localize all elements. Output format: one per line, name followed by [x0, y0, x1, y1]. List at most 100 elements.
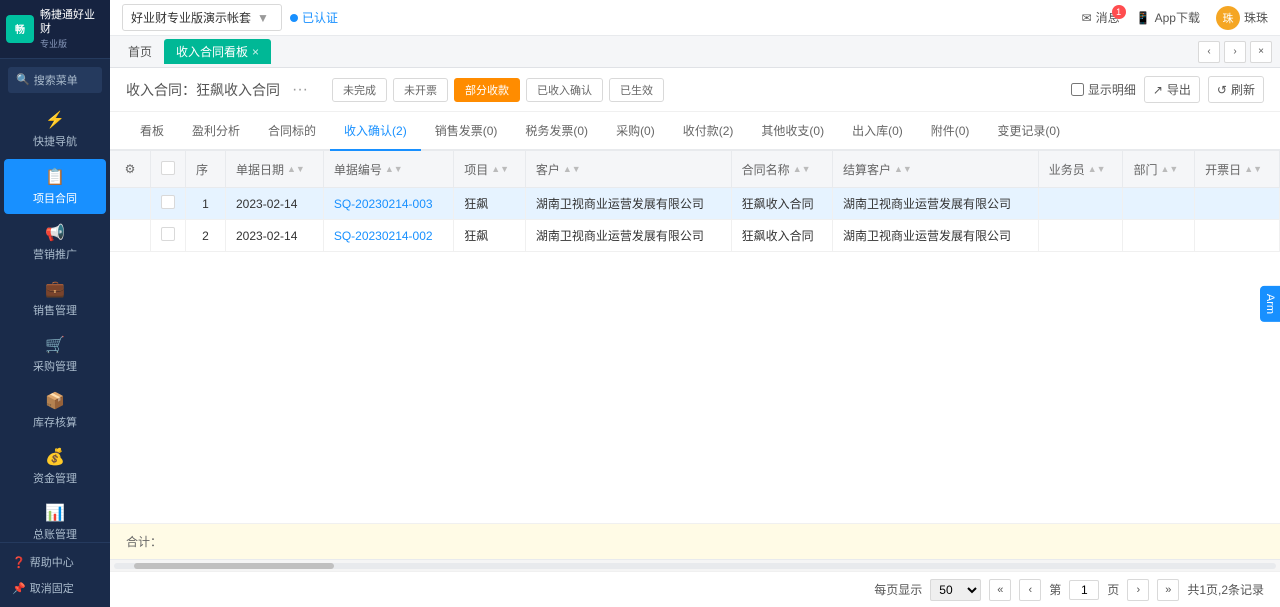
table-row[interactable]: 1 2023-02-14 SQ-20230214-003 狂飙 湖南卫视商业运营… — [110, 188, 1280, 220]
tab-nav-next[interactable]: › — [1224, 41, 1246, 63]
refresh-button[interactable]: ↺ 刷新 — [1208, 76, 1264, 103]
sales-icon: 💼 — [45, 279, 65, 299]
subtab-profit[interactable]: 盈利分析 — [178, 112, 254, 151]
subtab-other-income[interactable]: 其他收支(0) — [747, 112, 838, 151]
user-avatar-button[interactable]: 珠 珠珠 — [1216, 6, 1268, 30]
tabbar-home[interactable]: 首页 — [118, 39, 162, 64]
sidebar-item-project[interactable]: 📋 项目合同 — [4, 159, 106, 214]
status-not-invoiced[interactable]: 未开票 — [393, 78, 448, 102]
sidebar-bottom-help[interactable]: ❓ 帮助中心 — [8, 549, 102, 575]
subtab-sales-invoice[interactable]: 销售发票(0) — [421, 112, 512, 151]
sidebar-logo: 畅 畅捷通好业财 专业版 — [0, 0, 110, 59]
last-page-button[interactable]: » — [1157, 579, 1179, 601]
subtab-change-log[interactable]: 变更记录(0) — [983, 112, 1074, 151]
next-page-button[interactable]: › — [1127, 579, 1149, 601]
subtab-contract-standard[interactable]: 合同标的 — [254, 112, 330, 151]
app-download-icon: 📱 — [1136, 11, 1151, 25]
date-sort-icon[interactable]: ▲▼ — [287, 165, 305, 174]
app-logo-text: 畅捷通好业财 专业版 — [40, 8, 104, 50]
row-checkbox[interactable] — [161, 195, 175, 209]
sidebar-item-sales[interactable]: 💼 销售管理 — [4, 271, 106, 326]
tab-nav-prev[interactable]: ‹ — [1198, 41, 1220, 63]
cert-status: 已认证 — [290, 9, 338, 26]
sidebar-bottom-pin[interactable]: 📌 取消固定 — [8, 575, 102, 601]
cell-contract-name: 狂飙收入合同 — [731, 188, 832, 220]
cell-settings — [110, 220, 151, 252]
sidebar-item-purchase[interactable]: 🛒 采购管理 — [4, 327, 106, 382]
page-label: 页 — [1107, 581, 1119, 598]
message-button[interactable]: ✉ 消息 1 — [1082, 9, 1120, 26]
sidebar-item-general[interactable]: 📊 总账管理 — [4, 495, 106, 542]
subtab-warehouse[interactable]: 出入库(0) — [838, 112, 917, 151]
tab-close-button[interactable]: × — [252, 45, 259, 59]
th-department: 部门▲▼ — [1123, 151, 1195, 188]
status-partial-received[interactable]: 部分收款 — [454, 78, 520, 102]
cell-project: 狂飙 — [454, 220, 526, 252]
subtab-kanban[interactable]: 看板 — [126, 112, 178, 151]
sidebar-item-funds[interactable]: 💰 资金管理 — [4, 439, 106, 494]
select-all-checkbox[interactable] — [161, 161, 175, 175]
salesperson-sort-icon[interactable]: ▲▼ — [1088, 165, 1106, 174]
search-menu-button[interactable]: 🔍 搜索菜单 — [8, 67, 102, 93]
th-open-date: 开票日▲▼ — [1195, 151, 1280, 188]
project-sort-icon[interactable]: ▲▼ — [491, 165, 509, 174]
department-sort-icon[interactable]: ▲▼ — [1161, 165, 1179, 174]
purchase-icon: 🛒 — [45, 335, 65, 355]
cell-contract-name: 狂飙收入合同 — [731, 220, 832, 252]
status-confirmed[interactable]: 已收入确认 — [526, 78, 603, 102]
status-not-complete[interactable]: 未完成 — [332, 78, 387, 102]
app-download-button[interactable]: 📱 App下载 — [1136, 9, 1200, 26]
marketing-icon: 📢 — [45, 223, 65, 243]
export-button[interactable]: ↗ 导出 — [1144, 76, 1200, 103]
subtab-attachment[interactable]: 附件(0) — [917, 112, 984, 151]
contract-name-sort-icon[interactable]: ▲▼ — [793, 165, 811, 174]
first-page-button[interactable]: « — [989, 579, 1011, 601]
total-label: 合计： — [126, 533, 162, 550]
company-selector[interactable]: 好业财专业版演示帐套 ▼ — [122, 4, 282, 31]
right-panel-button[interactable]: Arm — [1260, 285, 1280, 321]
cell-department — [1123, 188, 1195, 220]
status-effective[interactable]: 已生效 — [609, 78, 664, 102]
cell-open-date — [1195, 188, 1280, 220]
main-area: 好业财专业版演示帐套 ▼ 已认证 ✉ 消息 1 📱 App下载 珠 珠珠 首页 — [110, 0, 1280, 607]
sidebar-bottom: ❓ 帮助中心 📌 取消固定 — [0, 542, 110, 607]
page-size-select[interactable]: 50 20 100 — [930, 579, 981, 601]
table-row[interactable]: 2 2023-02-14 SQ-20230214-002 狂飙 湖南卫视商业运营… — [110, 220, 1280, 252]
page-input[interactable] — [1069, 580, 1099, 600]
help-label: 帮助中心 — [30, 554, 74, 570]
sidebar-item-label: 库存核算 — [33, 414, 77, 430]
sidebar-item-marketing[interactable]: 📢 营销推广 — [4, 215, 106, 270]
tab-nav-close[interactable]: × — [1250, 41, 1272, 63]
cell-date: 2023-02-14 — [226, 220, 324, 252]
bill-no-link[interactable]: SQ-20230214-002 — [334, 229, 433, 243]
sidebar-item-inventory[interactable]: 📦 库存核算 — [4, 383, 106, 438]
topbar-right: ✉ 消息 1 📱 App下载 珠 珠珠 — [1082, 6, 1268, 30]
settle-customer-sort-icon[interactable]: ▲▼ — [894, 165, 912, 174]
cell-open-date — [1195, 220, 1280, 252]
subtab-purchase[interactable]: 采购(0) — [602, 112, 669, 151]
sidebar-item-label: 快捷导航 — [33, 133, 77, 149]
column-settings-button[interactable]: ⚙ — [120, 159, 140, 179]
row-checkbox[interactable] — [161, 227, 175, 241]
subtab-tax-invoice[interactable]: 税务发票(0) — [511, 112, 602, 151]
customer-sort-icon[interactable]: ▲▼ — [563, 165, 581, 174]
cell-salesperson — [1038, 188, 1123, 220]
tabbar-active-tab[interactable]: 收入合同看板 × — [164, 39, 271, 64]
scrollbar-thumb[interactable] — [134, 563, 334, 569]
scrollbar-area[interactable] — [110, 559, 1280, 571]
subtab-income-confirm[interactable]: 收入确认(2) — [330, 112, 421, 151]
inventory-icon: 📦 — [45, 391, 65, 411]
contract-actions: 显示明细 ↗ 导出 ↺ 刷新 — [1071, 76, 1264, 103]
th-bill-no-label: 单据编号 — [334, 161, 382, 178]
contract-more-button[interactable]: ··· — [292, 81, 308, 99]
bill-no-sort-icon[interactable]: ▲▼ — [385, 165, 403, 174]
prev-page-button[interactable]: ‹ — [1019, 579, 1041, 601]
table-area: ⚙ 序 单据日期▲▼ 单据编号▲▼ 项目▲▼ — [110, 151, 1280, 523]
sidebar-item-quick-nav[interactable]: ⚡ 快捷导航 — [4, 102, 106, 157]
active-tab-label: 收入合同看板 — [176, 43, 248, 60]
subtab-payment[interactable]: 收付款(2) — [669, 112, 748, 151]
open-date-sort-icon[interactable]: ▲▼ — [1244, 165, 1262, 174]
bill-no-link[interactable]: SQ-20230214-003 — [334, 197, 433, 211]
show-detail-checkbox[interactable] — [1071, 83, 1084, 96]
show-detail-checkbox-label[interactable]: 显示明细 — [1071, 81, 1136, 98]
